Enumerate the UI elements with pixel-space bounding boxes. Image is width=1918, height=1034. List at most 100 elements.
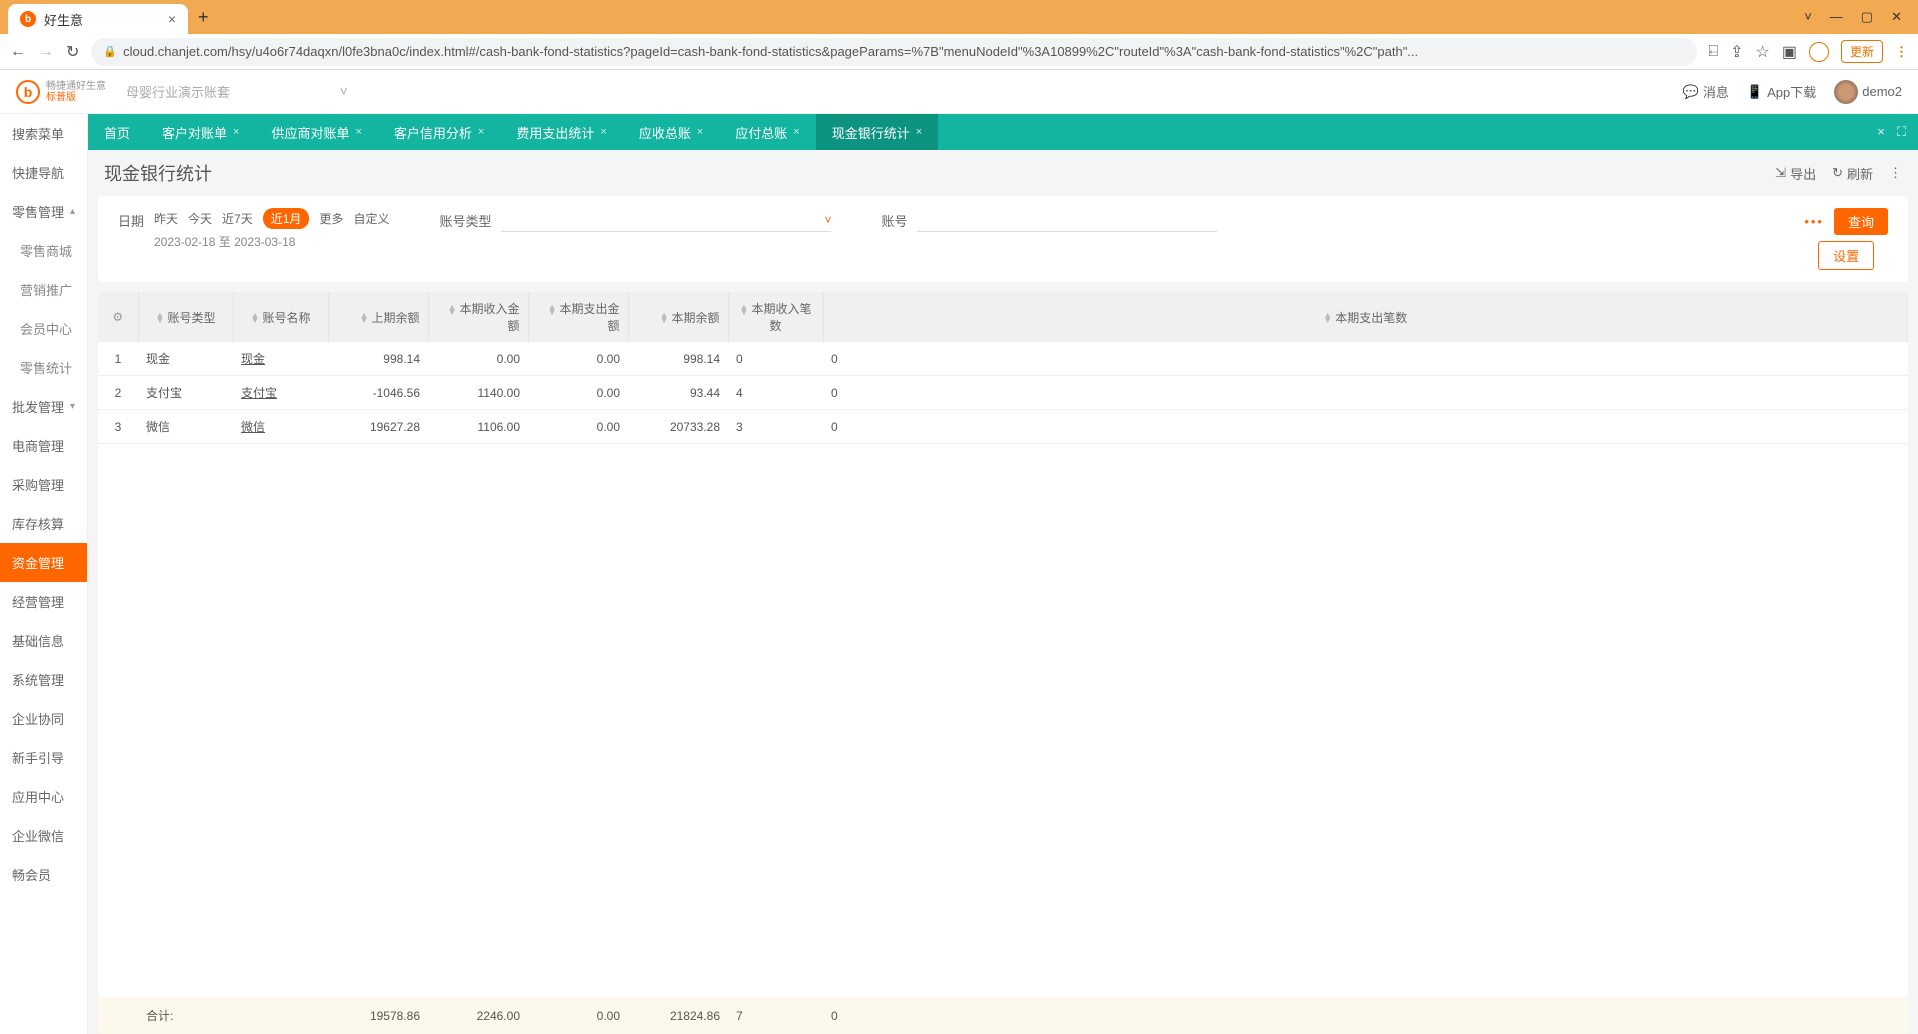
query-button[interactable]: 查询 bbox=[1834, 208, 1888, 235]
sidebar-item-label: 零售管理 bbox=[12, 202, 64, 221]
col-balance[interactable]: ▲▼本期余额 bbox=[628, 292, 728, 342]
sidebar-item[interactable]: 批发管理▾ bbox=[0, 387, 87, 426]
new-tab-button[interactable]: + bbox=[188, 7, 219, 28]
share-icon[interactable]: ⇪ bbox=[1730, 42, 1743, 62]
col-expense-count[interactable]: ▲▼本期支出笔数 bbox=[823, 292, 1908, 342]
date-option[interactable]: 近7天 bbox=[222, 210, 253, 227]
sidebar-item[interactable]: 应用中心 bbox=[0, 777, 87, 816]
col-income-count[interactable]: ▲▼本期收入笔数 bbox=[728, 292, 823, 342]
col-account-name[interactable]: ▲▼账号名称 bbox=[233, 292, 328, 342]
close-all-icon[interactable]: × bbox=[1877, 124, 1885, 140]
chevron-down-icon[interactable]: ˅ bbox=[1804, 9, 1812, 25]
app-tab[interactable]: 费用支出统计× bbox=[500, 114, 622, 150]
refresh-label: 刷新 bbox=[1847, 164, 1873, 183]
sidebar-item[interactable]: 营销推广 bbox=[0, 270, 87, 309]
update-button[interactable]: 更新 bbox=[1841, 40, 1883, 63]
app-tab[interactable]: 供应商对账单× bbox=[255, 114, 377, 150]
sidebar-item[interactable]: 会员中心 bbox=[0, 309, 87, 348]
tab-close-icon[interactable]: × bbox=[600, 126, 606, 138]
messages-button[interactable]: 💬 消息 bbox=[1683, 82, 1729, 101]
bookmark-icon[interactable]: ☆ bbox=[1756, 42, 1770, 62]
date-option[interactable]: 昨天 bbox=[154, 210, 178, 227]
col-prev-balance[interactable]: ▲▼上期余额 bbox=[328, 292, 428, 342]
window-controls: ˅ — ▢ ✕ bbox=[1804, 9, 1918, 25]
table-row: 1现金现金998.140.000.00998.1400 bbox=[98, 342, 1908, 376]
extensions-icon[interactable]: ▣ bbox=[1782, 42, 1797, 62]
app-tab[interactable]: 应付总账 × bbox=[719, 114, 815, 150]
sidebar-item[interactable]: 基础信息 bbox=[0, 621, 87, 660]
sidebar-item[interactable]: 零售统计 bbox=[0, 348, 87, 387]
sidebar-item[interactable]: 电商管理 bbox=[0, 426, 87, 465]
app-tab[interactable]: 现金银行统计× bbox=[816, 114, 938, 150]
cell-name[interactable]: 支付宝 bbox=[233, 376, 328, 410]
account-type-select[interactable]: ˅ bbox=[501, 208, 831, 232]
fullscreen-icon[interactable]: ⛶ bbox=[1897, 124, 1906, 140]
tab-close-icon[interactable]: × bbox=[233, 126, 239, 138]
user-menu[interactable]: demo2 bbox=[1834, 80, 1902, 104]
sidebar-item[interactable]: 畅会员 bbox=[0, 855, 87, 894]
profile-avatar-icon[interactable] bbox=[1809, 42, 1829, 62]
tab-close-icon[interactable]: × bbox=[478, 126, 484, 138]
sidebar-item[interactable]: 零售管理▴ bbox=[0, 192, 87, 231]
sidebar-item[interactable]: 库存核算 bbox=[0, 504, 87, 543]
sidebar-item-label: 电商管理 bbox=[12, 436, 64, 455]
tabs-right: ×⛶ bbox=[1877, 124, 1918, 140]
app-tab[interactable]: 客户对账单 × bbox=[146, 114, 255, 150]
tenant-selector[interactable]: 母婴行业演示账套 ˅ bbox=[126, 82, 348, 101]
account-input[interactable] bbox=[917, 208, 1217, 232]
sidebar-item[interactable]: 经营管理 bbox=[0, 582, 87, 621]
url-bar[interactable]: 🔒 cloud.chanjet.com/hsy/u4o6r74daqxn/l0f… bbox=[91, 38, 1696, 66]
menu-kebab-icon[interactable]: ⋮ bbox=[1895, 44, 1908, 60]
cell-index: 2 bbox=[98, 376, 138, 410]
reload-icon[interactable]: ↻ bbox=[66, 42, 79, 62]
date-option[interactable]: 更多 bbox=[319, 210, 343, 227]
back-icon[interactable]: ← bbox=[10, 43, 26, 61]
sidebar-item[interactable]: 企业协同 bbox=[0, 699, 87, 738]
gear-header[interactable]: ⚙ bbox=[98, 292, 138, 342]
settings-button[interactable]: 设置 bbox=[1818, 241, 1874, 270]
close-icon[interactable]: ✕ bbox=[1891, 9, 1902, 25]
sidebar-item[interactable]: 零售商城 bbox=[0, 231, 87, 270]
date-option[interactable]: 近1月 bbox=[263, 208, 310, 229]
cell-inc-cnt: 4 bbox=[728, 376, 823, 410]
sidebar-item[interactable]: 系统管理 bbox=[0, 660, 87, 699]
app-tab[interactable]: 首页 bbox=[88, 114, 146, 150]
app-download-button[interactable]: 📱 App下载 bbox=[1747, 82, 1816, 101]
more-filters-icon[interactable]: ••• bbox=[1804, 214, 1824, 229]
app-logo[interactable]: b 畅捷通好生意 标普版 bbox=[16, 80, 106, 104]
cell-income: 0.00 bbox=[428, 342, 528, 376]
browser-tab[interactable]: b 好生意 × bbox=[8, 4, 188, 34]
gear-icon[interactable]: ⚙ bbox=[112, 310, 123, 324]
app-tab-label: 客户对账单 bbox=[162, 123, 227, 142]
sidebar-item[interactable]: 新手引导 bbox=[0, 738, 87, 777]
sidebar-item[interactable]: 搜索菜单 bbox=[0, 114, 87, 153]
tab-close-icon[interactable]: × bbox=[697, 126, 703, 138]
sidebar-item[interactable]: 快捷导航 bbox=[0, 153, 87, 192]
col-income-amount[interactable]: ▲▼本期收入金额 bbox=[428, 292, 528, 342]
forward-icon[interactable]: → bbox=[38, 43, 54, 61]
cell-name[interactable]: 现金 bbox=[233, 342, 328, 376]
cell-name[interactable]: 微信 bbox=[233, 410, 328, 444]
app-tab[interactable]: 应收总账× bbox=[623, 114, 719, 150]
export-button[interactable]: ⇲ 导出 bbox=[1775, 164, 1816, 183]
date-option[interactable]: 自定义 bbox=[353, 210, 389, 227]
minimize-icon[interactable]: — bbox=[1830, 9, 1843, 25]
col-expense-amount[interactable]: ▲▼本期支出金额 bbox=[528, 292, 628, 342]
main: 首页客户对账单×供应商对账单×客户信用分析×费用支出统计×应收总账×应付总账×现… bbox=[88, 114, 1918, 1034]
sidebar-item[interactable]: 采购管理 bbox=[0, 465, 87, 504]
tab-close-icon[interactable]: × bbox=[793, 126, 799, 138]
sidebar-item[interactable]: 资金管理 bbox=[0, 543, 87, 582]
sidebar-item-label: 会员中心 bbox=[20, 319, 72, 338]
refresh-button[interactable]: ↻ 刷新 bbox=[1832, 164, 1873, 183]
tab-close-icon[interactable]: × bbox=[916, 126, 922, 138]
tab-close-icon[interactable]: × bbox=[355, 126, 361, 138]
more-button[interactable]: ⋮ bbox=[1889, 164, 1902, 183]
col-account-type[interactable]: ▲▼账号类型 bbox=[138, 292, 233, 342]
app-tab[interactable]: 客户信用分析× bbox=[378, 114, 500, 150]
tab-close-icon[interactable]: × bbox=[168, 11, 176, 27]
date-option[interactable]: 今天 bbox=[188, 210, 212, 227]
app-tab-label: 应付总账 bbox=[735, 123, 787, 142]
install-icon[interactable]: ⍇ bbox=[1709, 43, 1719, 61]
maximize-icon[interactable]: ▢ bbox=[1861, 9, 1873, 25]
sidebar-item[interactable]: 企业微信 bbox=[0, 816, 87, 855]
